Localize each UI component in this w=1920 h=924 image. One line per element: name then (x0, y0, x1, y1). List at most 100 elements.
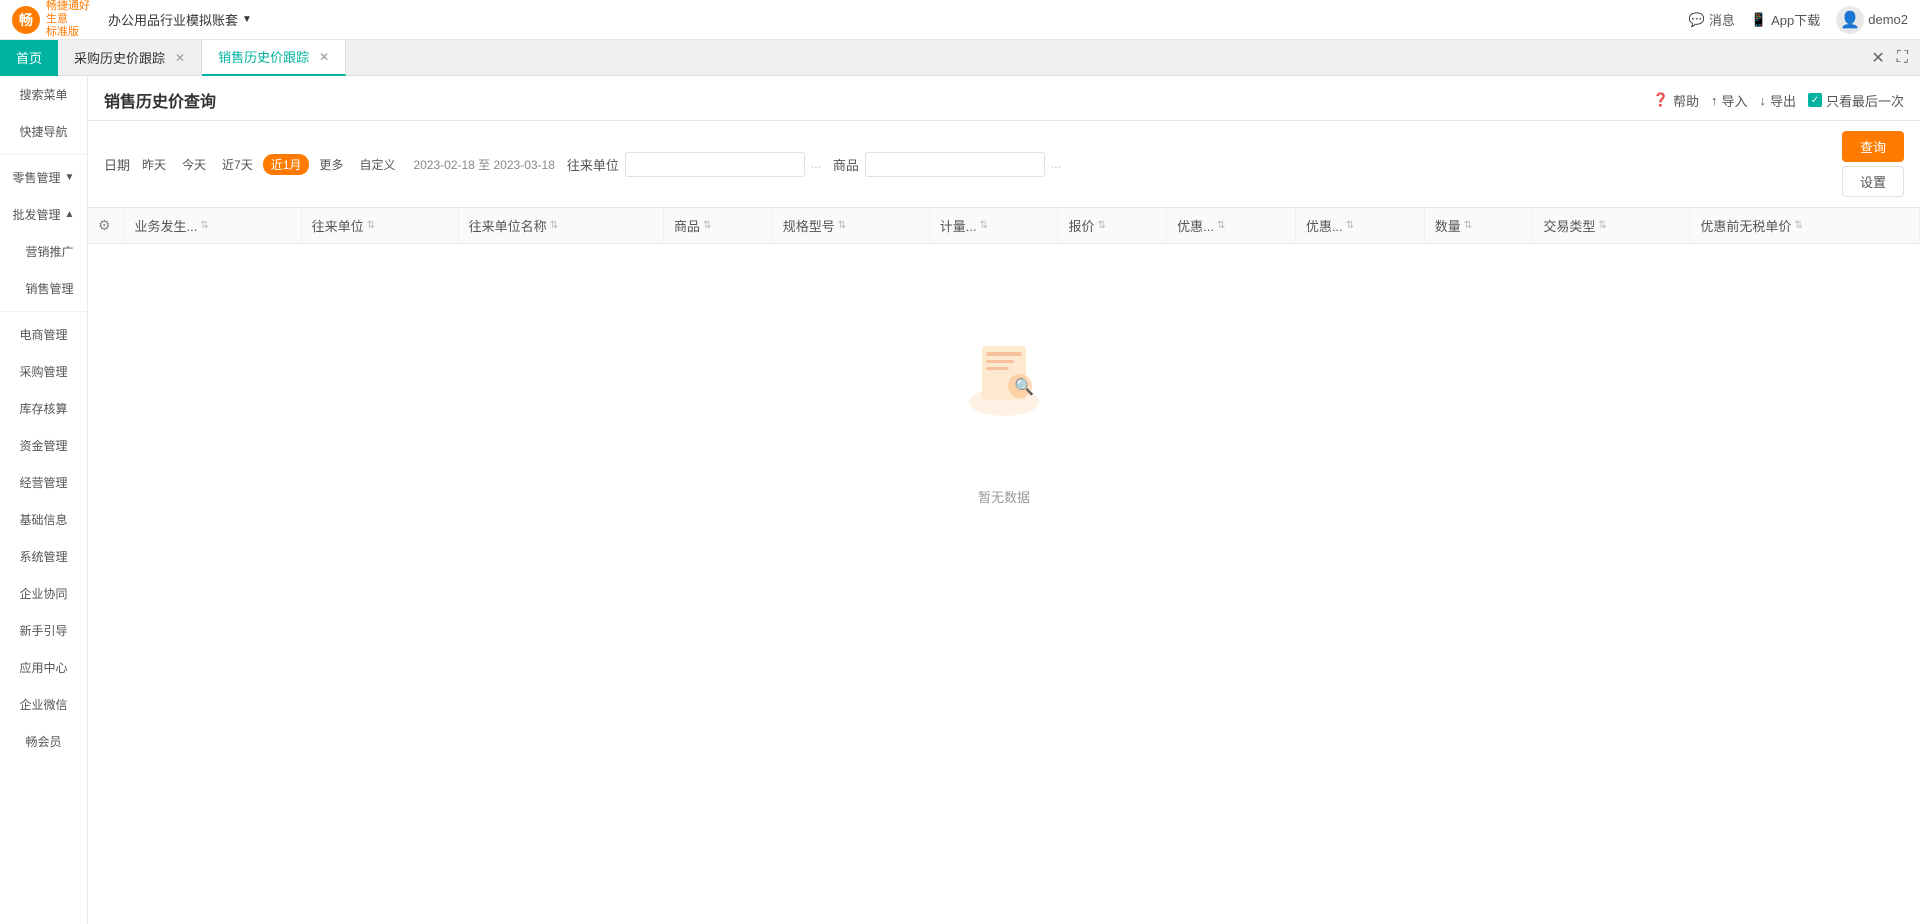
sidebar-item-sales-mgmt[interactable]: 销售管理 (0, 270, 87, 307)
last-only-checkbox[interactable]: ✓ 只看最后一次 (1808, 91, 1904, 110)
sort-icon-discount1: ⇅ (1217, 220, 1225, 231)
col-product[interactable]: 商品 ⇅ (664, 208, 773, 244)
date-option-today[interactable]: 今天 (176, 154, 212, 175)
sidebar-item-system-mgmt[interactable]: 系统管理 (0, 538, 87, 575)
settings-button[interactable]: 设置 (1842, 166, 1904, 197)
partner-filter-group: 往来单位 ... (567, 152, 821, 177)
product-label: 商品 (833, 155, 859, 174)
chevron-up-icon: ▲ (65, 209, 75, 220)
sidebar-item-ecommerce-mgmt[interactable]: 电商管理 (0, 316, 87, 353)
divider-1 (0, 154, 87, 155)
sidebar-item-search-menu[interactable]: 搜索菜单 (0, 76, 87, 113)
sort-icon-partner-name: ⇅ (550, 220, 558, 231)
sidebar: 搜索菜单 快捷导航 零售管理 ▼ 批发管理 ▲ 营销推广 销售管理 电商管理 (0, 76, 88, 924)
sidebar-item-retail-mgmt[interactable]: 零售管理 ▼ (0, 159, 87, 196)
sidebar-item-marketing[interactable]: 营销推广 (0, 233, 87, 270)
import-button[interactable]: ↑ 导入 (1711, 91, 1748, 110)
logo-text: 畅捷通好生意 标准版 (46, 0, 100, 39)
sort-icon-spec: ⇅ (838, 220, 846, 231)
help-button[interactable]: ❓ 帮助 (1653, 91, 1699, 110)
sidebar-item-purchase-mgmt[interactable]: 采购管理 (0, 353, 87, 390)
date-option-last1month[interactable]: 近1月 (263, 154, 310, 175)
sort-icon-business-date: ⇅ (200, 220, 208, 231)
product-filter-group: 商品 ... (833, 152, 1061, 177)
chevron-down-icon: ▼ (242, 14, 252, 25)
sidebar-item-enterprise-wechat[interactable]: 企业微信 (0, 686, 87, 723)
col-pre-discount-price[interactable]: 优惠前无税单价 ⇅ (1690, 208, 1920, 244)
sidebar-item-enterprise-cooperation[interactable]: 企业协同 (0, 575, 87, 612)
top-bar-left: 畅 畅捷通好生意 标准版 办公用品行业模拟账套 ▼ (12, 0, 252, 39)
col-quantity[interactable]: 数量 ⇅ (1424, 208, 1533, 244)
tab-bar: 首页 采购历史价跟踪 ✕ 销售历史价跟踪 ✕ ✕ ⛶ (0, 40, 1920, 76)
sidebar-item-wholesale-mgmt[interactable]: 批发管理 ▲ (0, 196, 87, 233)
download-icon: 📱 (1751, 12, 1767, 28)
quick-nav-label: 快捷导航 (19, 123, 67, 140)
import-icon: ↑ (1711, 93, 1718, 108)
table-container: ⚙ 业务发生... ⇅ 往来单位 ⇅ (88, 208, 1920, 924)
table-header-row: ⚙ 业务发生... ⇅ 往来单位 ⇅ (88, 208, 1920, 244)
partner-label: 往来单位 (567, 155, 619, 174)
sort-icon-quoted-price: ⇅ (1098, 220, 1106, 231)
industry-selector[interactable]: 办公用品行业模拟账套 ▼ (108, 10, 252, 29)
chevron-down-icon: ▼ (65, 172, 75, 183)
help-icon: ❓ (1653, 92, 1669, 108)
col-quoted-price[interactable]: 报价 ⇅ (1058, 208, 1167, 244)
sidebar-item-newcomer-guide[interactable]: 新手引导 (0, 612, 87, 649)
retail-mgmt-label-group: 零售管理 ▼ (13, 169, 75, 186)
app-download-button[interactable]: 📱 App下载 (1751, 10, 1820, 29)
col-business-date[interactable]: 业务发生... ⇅ (124, 208, 301, 244)
query-button[interactable]: 查询 (1842, 131, 1904, 162)
sidebar-item-finance-mgmt[interactable]: 资金管理 (0, 427, 87, 464)
partner-input[interactable] (625, 152, 805, 177)
sort-icon-pre-discount-price: ⇅ (1794, 220, 1802, 231)
date-option-custom[interactable]: 自定义 (353, 154, 401, 175)
col-settings[interactable]: ⚙ (88, 208, 124, 244)
partner-ellipsis[interactable]: ... (811, 157, 821, 171)
sidebar-item-quick-nav[interactable]: 快捷导航 (0, 113, 87, 150)
user-avatar-area[interactable]: 👤 demo2 (1836, 6, 1908, 34)
date-option-more[interactable]: 更多 (313, 154, 349, 175)
col-spec[interactable]: 规格型号 ⇅ (772, 208, 929, 244)
tab-close-purchase-history[interactable]: ✕ (175, 51, 185, 65)
sort-icon-quantity: ⇅ (1464, 220, 1472, 231)
sidebar-item-inventory-calc[interactable]: 库存核算 (0, 390, 87, 427)
date-filter-group: 日期 昨天 今天 近7天 近1月 更多 自定义 (104, 154, 401, 175)
date-range-group: 2023-02-18 至 2023-03-18 (413, 156, 554, 173)
checkbox-icon: ✓ (1808, 93, 1822, 107)
col-discount2[interactable]: 优惠... ⇅ (1295, 208, 1424, 244)
date-option-yesterday[interactable]: 昨天 (136, 154, 172, 175)
col-trade-type[interactable]: 交易类型 ⇅ (1533, 208, 1690, 244)
settings-icon[interactable]: ⚙ (98, 217, 111, 233)
export-button[interactable]: ↓ 导出 (1759, 91, 1796, 110)
col-partner-name[interactable]: 往来单位名称 ⇅ (458, 208, 663, 244)
col-discount1[interactable]: 优惠... ⇅ (1167, 208, 1296, 244)
sidebar-item-app-center[interactable]: 应用中心 (0, 649, 87, 686)
product-input[interactable] (865, 152, 1045, 177)
page-header-row: 销售历史价查询 ❓ 帮助 ↑ 导入 ↓ 导出 ✓ (104, 88, 1904, 112)
sidebar-item-member[interactable]: 畅会员 (0, 723, 87, 760)
date-option-last7days[interactable]: 近7天 (216, 154, 259, 175)
sort-icon-product: ⇅ (703, 220, 711, 231)
tab-actions: ✕ ⛶ (1867, 44, 1920, 72)
col-partner-code[interactable]: 往来单位 ⇅ (301, 208, 458, 244)
sort-icon-discount2: ⇅ (1346, 220, 1354, 231)
sidebar-item-operation-mgmt[interactable]: 经营管理 (0, 464, 87, 501)
message-button[interactable]: 💬 消息 (1689, 10, 1735, 29)
empty-illustration: 🔍 (954, 324, 1054, 427)
date-options: 昨天 今天 近7天 近1月 更多 自定义 (136, 154, 401, 175)
tab-close-sales-history[interactable]: ✕ (319, 50, 329, 64)
avatar: 👤 (1836, 6, 1864, 34)
date-range-display: 2023-02-18 至 2023-03-18 (413, 156, 554, 173)
page-header: 销售历史价查询 ❓ 帮助 ↑ 导入 ↓ 导出 ✓ (88, 76, 1920, 121)
maximize-button[interactable]: ⛶ (1893, 45, 1912, 71)
close-tab-button[interactable]: ✕ (1867, 44, 1888, 72)
tab-home[interactable]: 首页 (0, 40, 58, 76)
wholesale-mgmt-label-group: 批发管理 ▲ (13, 206, 75, 223)
tab-sales-history[interactable]: 销售历史价跟踪 ✕ (202, 40, 346, 76)
svg-text:🔍: 🔍 (1014, 376, 1034, 396)
top-bar: 畅 畅捷通好生意 标准版 办公用品行业模拟账套 ▼ 💬 消息 📱 App下载 👤… (0, 0, 1920, 40)
sidebar-item-basic-info[interactable]: 基础信息 (0, 501, 87, 538)
product-ellipsis[interactable]: ... (1051, 157, 1061, 171)
tab-purchase-history[interactable]: 采购历史价跟踪 ✕ (58, 40, 202, 76)
col-unit[interactable]: 计量... ⇅ (929, 208, 1058, 244)
